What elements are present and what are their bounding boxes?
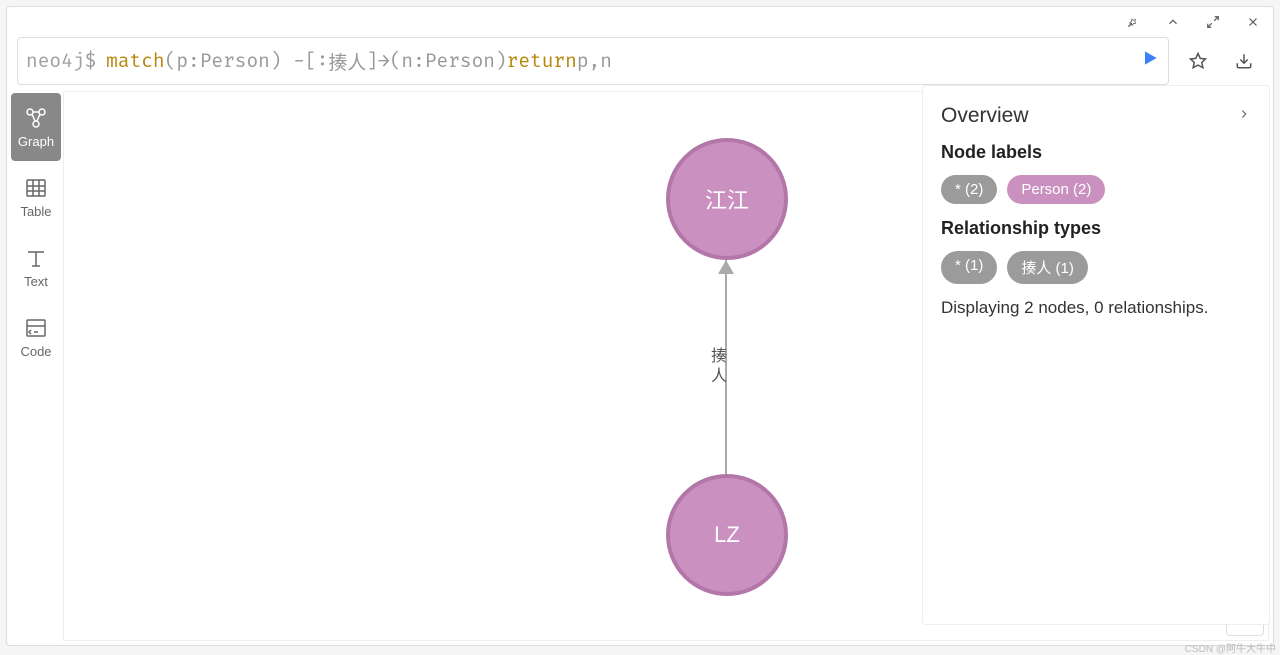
graph-node-2[interactable]: LZ bbox=[666, 474, 788, 596]
run-button[interactable] bbox=[1140, 48, 1160, 74]
tab-graph-label: Graph bbox=[18, 134, 54, 149]
tab-table-label: Table bbox=[20, 204, 51, 219]
view-tabs: Graph Table Text Code bbox=[11, 91, 63, 641]
node-labels-title: Node labels bbox=[941, 142, 1251, 163]
tab-code-label: Code bbox=[20, 344, 51, 359]
close-icon[interactable] bbox=[1245, 14, 1261, 30]
label-person-pill[interactable]: Person (2) bbox=[1007, 175, 1105, 204]
favorite-icon[interactable] bbox=[1189, 52, 1207, 70]
tab-text-label: Text bbox=[24, 274, 48, 289]
overview-collapse-icon[interactable] bbox=[1237, 107, 1251, 126]
rel-all-pill[interactable]: * (1) bbox=[941, 251, 997, 284]
tab-table[interactable]: Table bbox=[11, 163, 61, 231]
download-icon[interactable] bbox=[1235, 52, 1253, 70]
tab-code[interactable]: Code bbox=[11, 303, 61, 371]
display-status: Displaying 2 nodes, 0 relationships. bbox=[941, 298, 1251, 318]
rel-types-title: Relationship types bbox=[941, 218, 1251, 239]
graph-edge-label: 揍人 bbox=[704, 347, 728, 387]
rel-type-pill[interactable]: 揍人 (1) bbox=[1007, 251, 1088, 284]
graph-edge-arrow bbox=[718, 260, 734, 274]
expand-icon[interactable] bbox=[1205, 14, 1221, 30]
overview-panel: Overview Node labels * (2) Person (2) Re… bbox=[922, 85, 1270, 625]
pin-icon[interactable] bbox=[1125, 14, 1141, 30]
label-all-pill[interactable]: * (2) bbox=[941, 175, 997, 204]
tab-graph[interactable]: Graph bbox=[11, 93, 61, 161]
query-input[interactable]: neo4j$ match (p:Person) -[:揍人]→(n:Person… bbox=[17, 37, 1169, 85]
tab-text[interactable]: Text bbox=[11, 233, 61, 301]
watermark: CSDN @阿牛大牛中 bbox=[1185, 640, 1276, 655]
graph-node-1[interactable]: 江江 bbox=[666, 138, 788, 260]
collapse-icon[interactable] bbox=[1165, 14, 1181, 30]
query-prompt: neo4j$ bbox=[26, 49, 96, 73]
overview-title: Overview bbox=[941, 104, 1029, 128]
